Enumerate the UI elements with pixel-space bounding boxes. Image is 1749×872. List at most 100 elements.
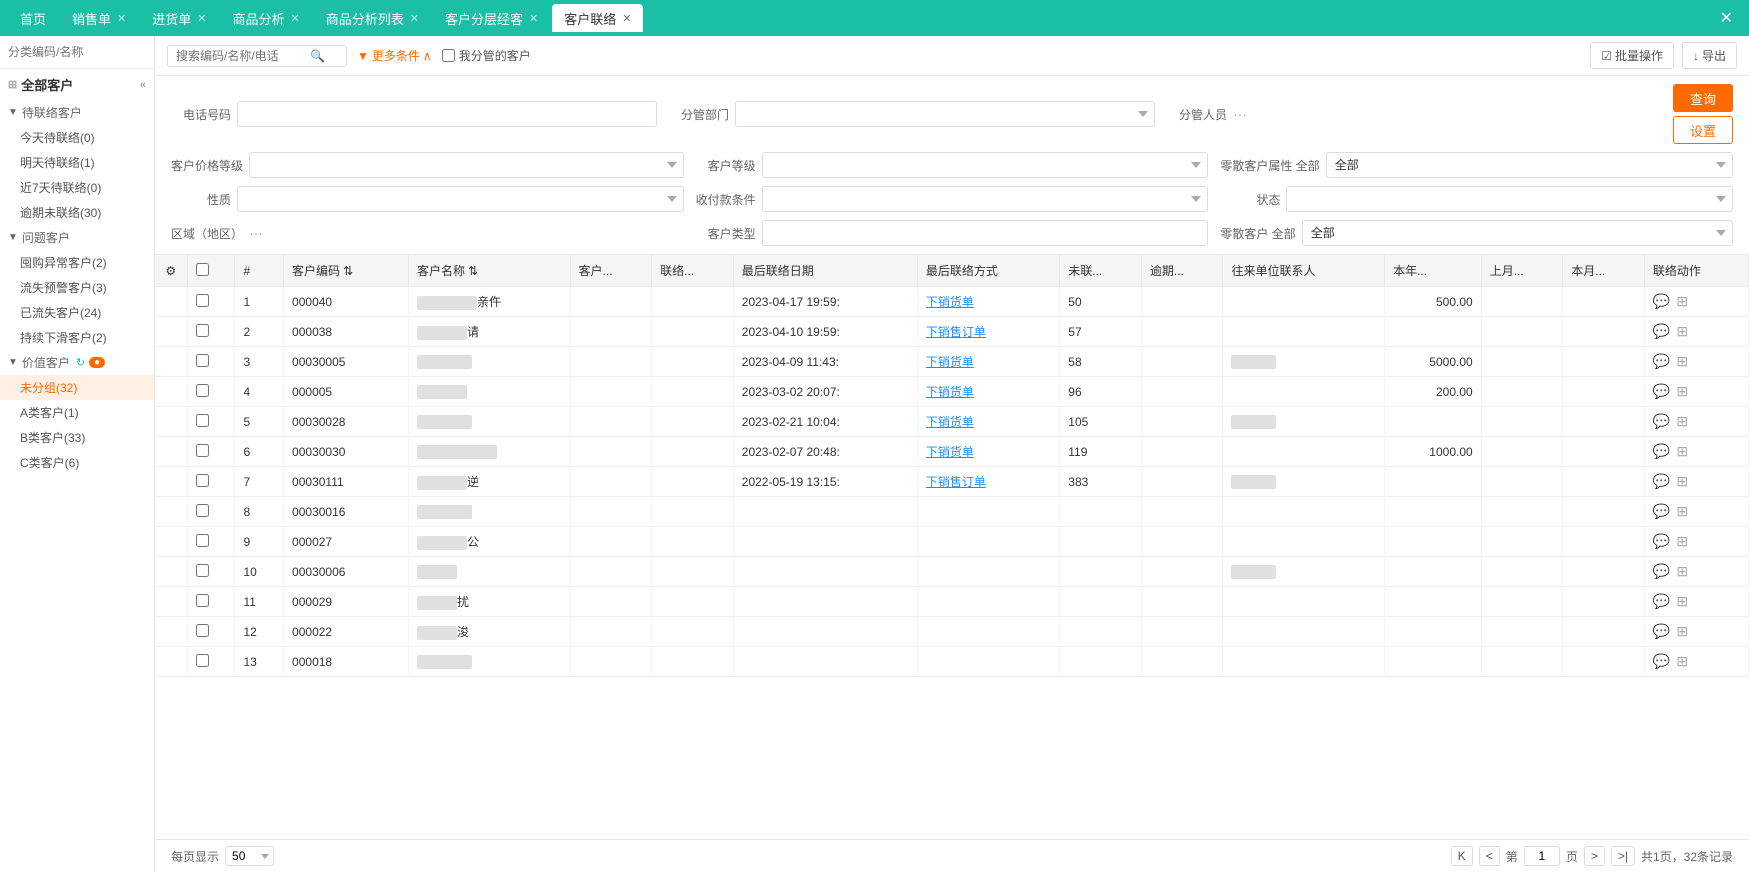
sidebar-item-ungroup[interactable]: 未分组(32) [0,375,154,400]
chat-icon[interactable]: 💬 [1653,353,1670,370]
tab-goods-list[interactable]: 商品分析列表 ✕ [314,4,431,32]
sidebar-item-overdue[interactable]: 逾期未联络(30) [0,200,154,225]
row-checkbox[interactable] [196,384,209,397]
contact-way-link[interactable]: 下销货单 [926,295,974,309]
phone-input[interactable] [237,101,657,127]
grid-icon[interactable]: ⊞ [1676,413,1688,430]
chat-icon[interactable]: 💬 [1653,443,1670,460]
status-select[interactable] [1286,186,1733,212]
tab-goods-analysis[interactable]: 商品分析 ✕ [220,4,311,32]
sidebar-collapse-btn[interactable]: « [140,79,146,91]
row-checkbox-cell[interactable] [187,407,235,437]
customer-type-input[interactable] [762,220,1209,246]
grid-icon[interactable]: ⊞ [1676,383,1688,400]
dept-select[interactable] [735,101,1155,127]
chat-icon[interactable]: 💬 [1653,413,1670,430]
sidebar-item-today[interactable]: 今天待联络(0) [0,125,154,150]
row-checkbox-cell[interactable] [187,617,235,647]
section-value-customers[interactable]: ▼ 价值客户 ↻ ● [0,350,154,375]
select-all-checkbox[interactable] [196,263,209,276]
row-checkbox-cell[interactable] [187,287,235,317]
my-customers-checkbox[interactable]: 我分管的客户 [442,47,531,64]
contact-way-link[interactable]: 下销货单 [926,445,974,459]
code-column-header[interactable]: 客户编码⇅ [284,255,409,287]
chat-icon[interactable]: 💬 [1653,383,1670,400]
close-purchase-tab[interactable]: ✕ [197,12,206,25]
close-segment-tab[interactable]: ✕ [529,12,538,25]
page-number-input[interactable] [1524,846,1560,866]
page-size-select[interactable]: 50 100 200 [225,846,274,866]
chat-icon[interactable]: 💬 [1653,653,1670,670]
retail-attr-select[interactable]: 全部 [1326,152,1733,178]
row-checkbox[interactable] [196,504,209,517]
row-checkbox-cell[interactable] [187,647,235,677]
row-checkbox[interactable] [196,534,209,547]
search-input[interactable] [176,49,306,63]
name-column-header[interactable]: 客户名称⇅ [408,255,570,287]
search-icon[interactable]: 🔍 [310,49,325,63]
chat-icon[interactable]: 💬 [1653,623,1670,640]
grid-icon[interactable]: ⊞ [1676,563,1688,580]
close-sales-tab[interactable]: ✕ [117,12,126,25]
tab-home[interactable]: 首页 [8,4,58,32]
all-customers-group[interactable]: ⊞ 全部客户 « [0,69,154,100]
customer-level-select[interactable] [762,152,1209,178]
sidebar-item-class-a[interactable]: A类客户(1) [0,400,154,425]
sidebar-item-warning[interactable]: 流失预警客户(3) [0,275,154,300]
grid-icon[interactable]: ⊞ [1676,503,1688,520]
sidebar-item-declining[interactable]: 持续下滑客户(2) [0,325,154,350]
grid-icon[interactable]: ⊞ [1676,473,1688,490]
grid-icon[interactable]: ⊞ [1676,623,1688,640]
gear-column-header[interactable]: ⚙ [155,255,187,287]
sidebar-search-input[interactable] [8,45,155,59]
prev-page-btn[interactable]: < [1479,846,1500,866]
row-checkbox-cell[interactable] [187,347,235,377]
grid-icon[interactable]: ⊞ [1676,323,1688,340]
retail-select[interactable]: 全部 [1302,220,1733,246]
chat-icon[interactable]: 💬 [1653,533,1670,550]
row-checkbox-cell[interactable] [187,497,235,527]
section-problem-customers[interactable]: ▼ 问题客户 [0,225,154,250]
nature-select[interactable] [237,186,684,212]
grid-icon[interactable]: ⊞ [1676,293,1688,310]
row-checkbox[interactable] [196,444,209,457]
chat-icon[interactable]: 💬 [1653,293,1670,310]
row-checkbox[interactable] [196,414,209,427]
query-btn[interactable]: 查询 [1673,84,1733,112]
tab-sales[interactable]: 销售单 ✕ [60,4,138,32]
row-checkbox-cell[interactable] [187,437,235,467]
chat-icon[interactable]: 💬 [1653,473,1670,490]
my-customers-check[interactable] [442,49,455,62]
sidebar-item-tomorrow[interactable]: 明天待联络(1) [0,150,154,175]
grid-icon[interactable]: ⊞ [1676,653,1688,670]
tab-purchase[interactable]: 进货单 ✕ [140,4,218,32]
person-dots-btn[interactable]: ··· [1233,106,1247,122]
row-checkbox[interactable] [196,354,209,367]
grid-icon[interactable]: ⊞ [1676,533,1688,550]
row-checkbox-cell[interactable] [187,377,235,407]
tab-customer-contact[interactable]: 客户联络 ✕ [552,4,643,32]
row-checkbox-cell[interactable] [187,467,235,497]
chat-icon[interactable]: 💬 [1653,593,1670,610]
batch-operation-btn[interactable]: ☑ 批量操作 [1590,42,1674,69]
chat-icon[interactable]: 💬 [1653,503,1670,520]
grid-icon[interactable]: ⊞ [1676,443,1688,460]
contact-way-link[interactable]: 下销货单 [926,415,974,429]
contact-way-link[interactable]: 下销货单 [926,385,974,399]
tab-customer-segment[interactable]: 客户分层经客 ✕ [433,4,550,32]
grid-icon[interactable]: ⊞ [1676,593,1688,610]
close-contact-tab[interactable]: ✕ [622,12,631,25]
payment-select[interactable] [762,186,1209,212]
row-checkbox[interactable] [196,324,209,337]
more-conditions-btn[interactable]: ▼ 更多条件 ∧ [357,47,432,64]
next-page-btn[interactable]: > [1584,846,1605,866]
chat-icon[interactable]: 💬 [1653,563,1670,580]
row-checkbox[interactable] [196,564,209,577]
sidebar-item-7days[interactable]: 近7天待联络(0) [0,175,154,200]
grid-icon[interactable]: ⊞ [1676,353,1688,370]
section-pending-contact[interactable]: ▼ 待联络客户 [0,100,154,125]
row-checkbox[interactable] [196,594,209,607]
contact-way-link[interactable]: 下销货单 [926,355,974,369]
row-checkbox[interactable] [196,294,209,307]
row-checkbox-cell[interactable] [187,587,235,617]
